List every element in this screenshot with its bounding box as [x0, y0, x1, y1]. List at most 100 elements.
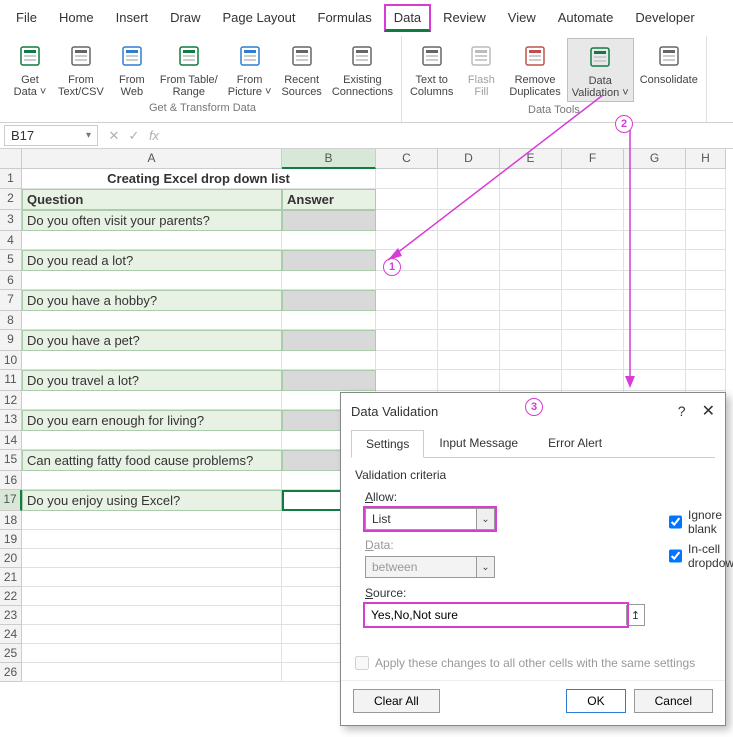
cell-D9[interactable]: [438, 330, 500, 351]
row-header-14[interactable]: 14: [0, 431, 22, 450]
column-header-F[interactable]: F: [562, 149, 624, 169]
cell-A3[interactable]: Do you often visit your parents?: [22, 210, 282, 231]
row-header-6[interactable]: 6: [0, 271, 22, 290]
row-header-5[interactable]: 5: [0, 250, 22, 271]
cell-E1[interactable]: [500, 169, 562, 189]
cell-A19[interactable]: [22, 530, 282, 549]
cell-A11[interactable]: Do you travel a lot?: [22, 370, 282, 391]
cell-G9[interactable]: [624, 330, 686, 351]
column-header-H[interactable]: H: [686, 149, 726, 169]
cell-H3[interactable]: [686, 210, 726, 231]
allow-dropdown[interactable]: List ⌄: [365, 508, 495, 530]
cell-B8[interactable]: [282, 311, 376, 330]
dialog-tab-error-alert[interactable]: Error Alert: [533, 429, 617, 457]
cell-E4[interactable]: [500, 231, 562, 250]
cell-F8[interactable]: [562, 311, 624, 330]
cell-C10[interactable]: [376, 351, 438, 370]
cell-B10[interactable]: [282, 351, 376, 370]
cell-H4[interactable]: [686, 231, 726, 250]
ignore-blank-checkbox[interactable]: Ignore blank: [669, 508, 733, 536]
cancel-formula-icon[interactable]: ✕: [104, 128, 124, 144]
incell-dropdown-input[interactable]: [669, 549, 682, 563]
menu-tab-page-layout[interactable]: Page Layout: [213, 4, 306, 32]
menu-tab-insert[interactable]: Insert: [106, 4, 159, 32]
menu-tab-draw[interactable]: Draw: [160, 4, 210, 32]
ribbon-existing-conn[interactable]: Existing Connections: [328, 38, 397, 100]
cell-F9[interactable]: [562, 330, 624, 351]
cell-A2[interactable]: Question: [22, 189, 282, 210]
row-header-16[interactable]: 16: [0, 471, 22, 490]
cell-E6[interactable]: [500, 271, 562, 290]
cell-D3[interactable]: [438, 210, 500, 231]
menu-tab-file[interactable]: File: [6, 4, 47, 32]
cell-E10[interactable]: [500, 351, 562, 370]
cell-H5[interactable]: [686, 250, 726, 271]
cell-H11[interactable]: [686, 370, 726, 391]
cell-A24[interactable]: [22, 625, 282, 644]
row-header-8[interactable]: 8: [0, 311, 22, 330]
cell-D1[interactable]: [438, 169, 500, 189]
row-header-19[interactable]: 19: [0, 530, 22, 549]
row-header-9[interactable]: 9: [0, 330, 22, 351]
cell-A15[interactable]: Can eatting fatty food cause problems?: [22, 450, 282, 471]
cell-E2[interactable]: [500, 189, 562, 210]
cell-C6[interactable]: [376, 271, 438, 290]
cell-F1[interactable]: [562, 169, 624, 189]
cell-D6[interactable]: [438, 271, 500, 290]
ok-button[interactable]: OK: [566, 689, 625, 713]
column-header-B[interactable]: B: [282, 149, 376, 169]
cell-A22[interactable]: [22, 587, 282, 606]
cell-H7[interactable]: [686, 290, 726, 311]
row-header-12[interactable]: 12: [0, 391, 22, 410]
select-all-corner[interactable]: [0, 149, 22, 169]
cell-E3[interactable]: [500, 210, 562, 231]
column-header-E[interactable]: E: [500, 149, 562, 169]
cancel-button[interactable]: Cancel: [634, 689, 713, 713]
ribbon-from-textcsv[interactable]: From Text/CSV: [54, 38, 108, 100]
cell-C1[interactable]: [376, 169, 438, 189]
cell-G4[interactable]: [624, 231, 686, 250]
menu-tab-review[interactable]: Review: [433, 4, 496, 32]
cell-H6[interactable]: [686, 271, 726, 290]
cell-B9[interactable]: [282, 330, 376, 351]
cell-E5[interactable]: [500, 250, 562, 271]
cell-A18[interactable]: [22, 511, 282, 530]
cell-C11[interactable]: [376, 370, 438, 391]
cell-G10[interactable]: [624, 351, 686, 370]
row-header-20[interactable]: 20: [0, 549, 22, 568]
cell-F11[interactable]: [562, 370, 624, 391]
clear-all-button[interactable]: Clear All: [353, 689, 440, 713]
ribbon-consolidate[interactable]: Consolidate: [636, 38, 702, 102]
cell-C7[interactable]: [376, 290, 438, 311]
row-header-10[interactable]: 10: [0, 351, 22, 370]
cell-A14[interactable]: [22, 431, 282, 450]
cell-A21[interactable]: [22, 568, 282, 587]
cell-A13[interactable]: Do you earn enough for living?: [22, 410, 282, 431]
accept-formula-icon[interactable]: ✓: [124, 128, 144, 144]
cell-A4[interactable]: [22, 231, 282, 250]
cell-H10[interactable]: [686, 351, 726, 370]
dialog-close-icon[interactable]: ✕: [702, 401, 715, 421]
menu-tab-home[interactable]: Home: [49, 4, 104, 32]
menu-tab-formulas[interactable]: Formulas: [308, 4, 382, 32]
cell-A20[interactable]: [22, 549, 282, 568]
cell-C9[interactable]: [376, 330, 438, 351]
cell-D7[interactable]: [438, 290, 500, 311]
cell-B4[interactable]: [282, 231, 376, 250]
cell-B3[interactable]: [282, 210, 376, 231]
ribbon-get-data[interactable]: Get Data ˅: [8, 38, 52, 100]
cell-C4[interactable]: [376, 231, 438, 250]
cell-A9[interactable]: Do you have a pet?: [22, 330, 282, 351]
row-header-18[interactable]: 18: [0, 511, 22, 530]
row-header-26[interactable]: 26: [0, 663, 22, 682]
column-header-A[interactable]: A: [22, 149, 282, 169]
cell-A7[interactable]: Do you have a hobby?: [22, 290, 282, 311]
cell-A5[interactable]: Do you read a lot?: [22, 250, 282, 271]
cell-G3[interactable]: [624, 210, 686, 231]
cell-A10[interactable]: [22, 351, 282, 370]
cell-F7[interactable]: [562, 290, 624, 311]
dialog-tab-settings[interactable]: Settings: [351, 430, 424, 458]
menu-tab-view[interactable]: View: [498, 4, 546, 32]
row-header-25[interactable]: 25: [0, 644, 22, 663]
row-header-3[interactable]: 3: [0, 210, 22, 231]
